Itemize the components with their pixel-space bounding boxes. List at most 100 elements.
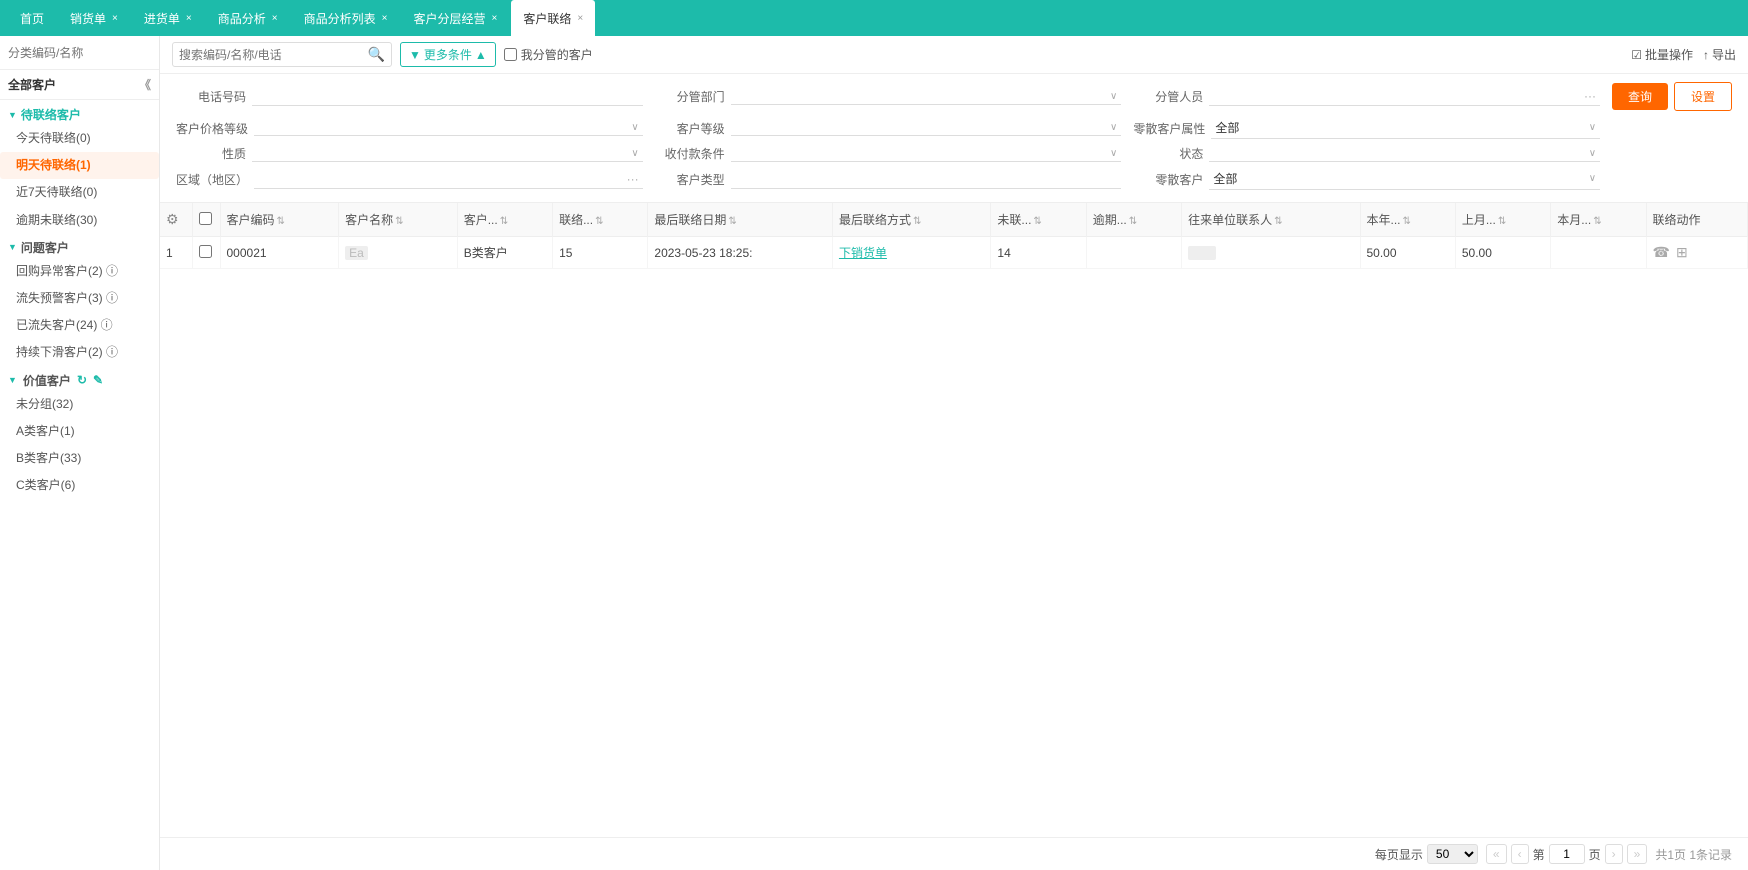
sidebar-item-today-contact[interactable]: 今天待联络(0) (0, 125, 159, 152)
collapse-icon[interactable]: 《 (139, 76, 151, 93)
row-checkbox[interactable] (199, 245, 212, 258)
sort-icon[interactable]: ⇅ (1498, 216, 1506, 227)
row-overdue (1086, 237, 1181, 269)
sidebar-search-container: 🔍 (0, 36, 159, 70)
nav-home[interactable]: 首页 (8, 0, 56, 36)
filter-select-dept[interactable]: ∨ (731, 89, 1122, 105)
row-check (192, 237, 220, 269)
filter-select-payment[interactable]: ∨ (731, 146, 1122, 162)
grid-action-icon[interactable]: ⊞ (1676, 244, 1688, 261)
nav-customer-contact[interactable]: 客户联络 × (511, 0, 595, 36)
filter-input-customer-type[interactable] (731, 170, 1122, 189)
sidebar-item-overdue-contact[interactable]: 逾期未联络(30) (0, 207, 159, 234)
filter-select-price-level[interactable]: ∨ (254, 120, 643, 136)
contact-person-blurred (1188, 246, 1216, 260)
my-customer-checkbox[interactable] (504, 48, 517, 61)
sidebar-item-7days-contact[interactable]: 近7天待联络(0) (0, 179, 159, 206)
th-last-method: 最后联络方式⇅ (832, 203, 990, 237)
close-icon[interactable]: × (382, 13, 388, 24)
sidebar-item-class-a[interactable]: A类客户(1) (0, 418, 159, 445)
filter-manager: 分管人员 ··· (1133, 87, 1612, 106)
first-page-button[interactable]: « (1486, 844, 1507, 864)
filter-retail-attr: 零散客户属性 全部∨ (1133, 117, 1612, 139)
filter-label-region: 区域（地区） (176, 171, 248, 188)
nav-sales-order[interactable]: 销货单 × (58, 0, 130, 36)
sort-icon[interactable]: ⇅ (1033, 216, 1041, 227)
sort-icon[interactable]: ⇅ (500, 216, 508, 227)
row-last-month: 50.00 (1455, 237, 1550, 269)
close-icon[interactable]: × (577, 13, 583, 24)
sort-icon[interactable]: ⇅ (277, 216, 285, 227)
select-all-checkbox[interactable] (199, 212, 212, 225)
sort-icon[interactable]: ⇅ (728, 216, 736, 227)
sidebar-item-class-b[interactable]: B类客户(33) (0, 445, 159, 472)
query-button[interactable]: 查询 (1612, 83, 1668, 110)
sort-icon[interactable]: ⇅ (595, 216, 603, 227)
filter-select-retail-attr[interactable]: 全部∨ (1211, 117, 1600, 139)
edit-icon[interactable]: ✎ (93, 373, 103, 387)
row-code: 000021 (220, 237, 339, 269)
filter-status: 状态 ∨ (1133, 145, 1612, 162)
sort-icon[interactable]: ⇅ (1593, 216, 1601, 227)
sidebar-all-customers[interactable]: 全部客户 《 (0, 70, 159, 100)
footer-total: 共1页 1条记录 (1655, 846, 1732, 863)
page-size-select[interactable]: 50 10 20 100 (1427, 844, 1478, 864)
nav-customer-segment[interactable]: 客户分层经营 × (401, 0, 509, 36)
sidebar-item-repurchase-abnormal[interactable]: 回购异常客户(2) ⓘ (0, 258, 159, 285)
sidebar-item-ungrouped[interactable]: 未分组(32) (0, 391, 159, 418)
nav-product-analysis-list[interactable]: 商品分析列表 × (292, 0, 400, 36)
top-navigation: 首页 销货单 × 进货单 × 商品分析 × 商品分析列表 × 客户分层经营 × … (0, 0, 1748, 36)
close-icon[interactable]: × (186, 13, 192, 24)
content-area: 🔍 ▼ 更多条件 ▲ 我分管的客户 ☑ 批量操作 ↑ 导出 (160, 36, 1748, 870)
export-button[interactable]: ↑ 导出 (1703, 46, 1736, 63)
sort-icon[interactable]: ⇅ (395, 216, 403, 227)
batch-operation-button[interactable]: ☑ 批量操作 (1631, 46, 1693, 63)
sort-icon[interactable]: ⇅ (1274, 216, 1282, 227)
filter-select-retail-customer[interactable]: 全部∨ (1209, 168, 1600, 190)
next-page-button[interactable]: › (1605, 844, 1623, 864)
prev-page-button[interactable]: ‹ (1511, 844, 1529, 864)
more-filter-button[interactable]: ▼ 更多条件 ▲ (400, 42, 496, 67)
th-code: 客户编码⇅ (220, 203, 339, 237)
th-last-date: 最后联络日期⇅ (648, 203, 833, 237)
filter-customer-level: 客户等级 ∨ (655, 120, 1134, 137)
filter-select-customer-level[interactable]: ∨ (731, 120, 1122, 136)
filter-label-payment: 收付款条件 (655, 145, 725, 162)
last-page-button[interactable]: » (1627, 844, 1648, 864)
refresh-icon[interactable]: ↻ (77, 373, 87, 387)
sidebar-item-churn-warning[interactable]: 流失预警客户(3) ⓘ (0, 285, 159, 312)
sort-icon[interactable]: ⇅ (1129, 216, 1137, 227)
filter-region-dots[interactable]: ··· (627, 172, 639, 186)
nav-product-analysis[interactable]: 商品分析 × (206, 0, 290, 36)
filter-select-status[interactable]: ∨ (1209, 146, 1600, 162)
sidebar-search-input[interactable] (8, 46, 160, 60)
close-icon[interactable]: × (112, 13, 118, 24)
close-icon[interactable]: × (491, 13, 497, 24)
sidebar-item-class-c[interactable]: C类客户(6) (0, 472, 159, 499)
filter-label-customer-level: 客户等级 (655, 120, 725, 137)
sort-icon[interactable]: ⇅ (1403, 216, 1411, 227)
search-icon[interactable]: 🔍 (368, 46, 385, 63)
filter-row-1: 电话号码 分管部门 ∨ 分管人员 ··· 查询 设置 (176, 82, 1732, 111)
search-input[interactable] (179, 48, 364, 62)
sidebar-item-tomorrow-contact[interactable]: 明天待联络(1) (0, 152, 159, 179)
chevron-down-icon: ∨ (1589, 173, 1596, 184)
last-method-link[interactable]: 下销货单 (839, 246, 887, 260)
page-number-input[interactable] (1549, 844, 1585, 864)
gear-icon[interactable]: ⚙ (166, 211, 179, 227)
phone-action-icon[interactable]: ☎ (1653, 244, 1670, 261)
close-icon[interactable]: × (272, 13, 278, 24)
row-last-method: 下销货单 (832, 237, 990, 269)
chevron-down-icon: ∨ (1589, 122, 1596, 133)
filter-select-nature[interactable]: ∨ (252, 146, 643, 162)
nav-purchase-order[interactable]: 进货单 × (132, 0, 204, 36)
sidebar-item-declining[interactable]: 持续下滑客户(2) ⓘ (0, 339, 159, 366)
my-customer-checkbox-container[interactable]: 我分管的客户 (504, 46, 593, 63)
sort-icon[interactable]: ⇅ (913, 216, 921, 227)
reset-button[interactable]: 设置 (1674, 82, 1732, 111)
sidebar-item-churned[interactable]: 已流失客户(24) ⓘ (0, 312, 159, 339)
filter-manager-dots[interactable]: ··· (1584, 89, 1596, 103)
filter-retail-customer: 零散客户 全部∨ (1133, 168, 1612, 190)
chevron-down-icon: ∨ (631, 122, 638, 133)
filter-input-phone[interactable] (252, 87, 643, 106)
